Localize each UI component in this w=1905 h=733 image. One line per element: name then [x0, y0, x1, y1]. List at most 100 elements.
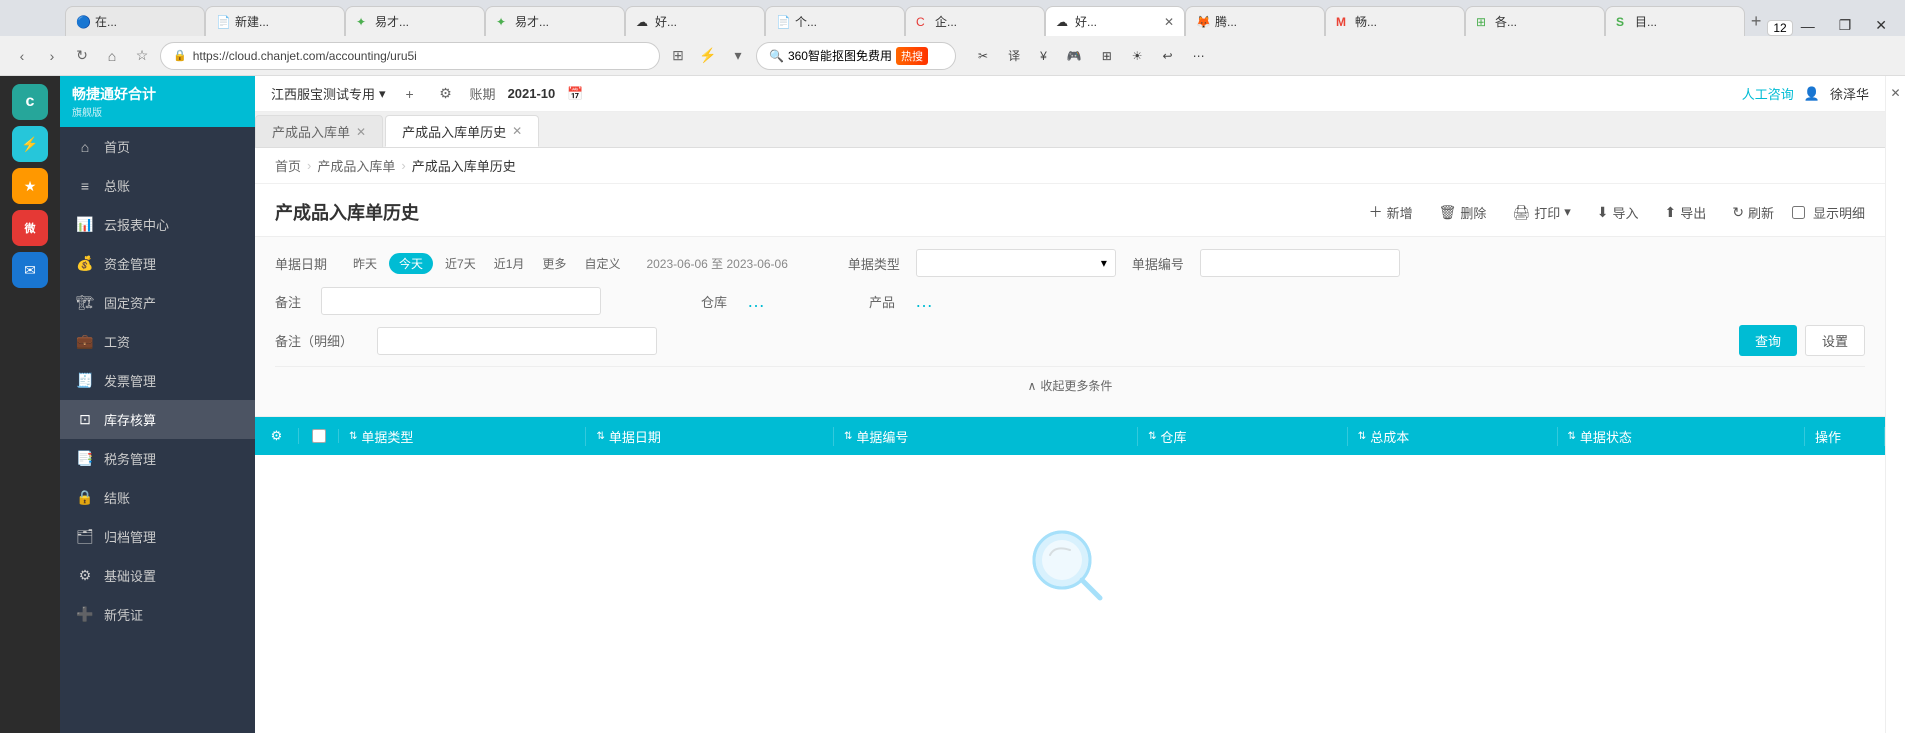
sidebar-item-payroll[interactable]: 💼 工资 [60, 322, 255, 361]
grid-btn[interactable]: ⊞ [666, 44, 690, 68]
product-dots-btn[interactable]: … [911, 291, 937, 312]
th-warehouse[interactable]: ⇅ 仓库 [1138, 427, 1348, 446]
breadcrumb-home[interactable]: 首页 [275, 156, 301, 175]
show-detail-btn[interactable]: 显示明细 [1792, 203, 1865, 222]
th-total-cost[interactable]: ⇅ 总成本 [1348, 427, 1558, 446]
tab-item-1[interactable]: 🔵 在... [65, 6, 205, 36]
sidebar-item-inventory[interactable]: ⊡ 库存核算 [60, 400, 255, 439]
refresh-button[interactable]: ↻ [70, 44, 94, 68]
apps-btn[interactable]: ⊞ [1096, 47, 1118, 65]
tab-item-6[interactable]: 📄 个... [765, 6, 905, 36]
tab-close-8[interactable]: ✕ [1164, 15, 1174, 29]
translate-btn[interactable]: 译 [1002, 45, 1026, 66]
show-detail-checkbox[interactable] [1792, 206, 1805, 219]
home-button[interactable]: ⌂ [100, 44, 124, 68]
right-panel-close[interactable]: ✕ [1890, 86, 1900, 100]
tab-item-10[interactable]: M 畅... [1325, 6, 1465, 36]
sidebar-item-close[interactable]: 🔒 结账 [60, 478, 255, 517]
tab-item-2[interactable]: 📄 新建... [205, 6, 345, 36]
app-icon-weibo[interactable]: 微 [12, 210, 48, 246]
tab-item-5[interactable]: ☁ 好... [625, 6, 765, 36]
tab-item-8[interactable]: ☁ 好... ✕ [1045, 6, 1185, 36]
tab-item-3[interactable]: ✦ 易才... [345, 6, 485, 36]
bookmark-button[interactable]: ☆ [130, 44, 154, 68]
tab-item-9[interactable]: 🦊 腾... [1185, 6, 1325, 36]
bill-type-select[interactable]: ▾ [916, 249, 1116, 277]
th-bill-type[interactable]: ⇅ 单据类型 [339, 427, 586, 446]
tab-item-11[interactable]: ⊞ 各... [1465, 6, 1605, 36]
tab-label-10: 畅... [1355, 13, 1454, 30]
forward-button[interactable]: › [40, 44, 64, 68]
sidebar-item-cloud-report[interactable]: 📊 云报表中心 [60, 205, 255, 244]
more-btn[interactable]: ⋯ [1187, 47, 1211, 65]
sidebar-item-fund[interactable]: 💰 资金管理 [60, 244, 255, 283]
window-minimize-btn[interactable]: — [1793, 16, 1823, 36]
th-checkbox[interactable] [299, 429, 339, 443]
export-btn[interactable]: ⬆ 导出 [1656, 199, 1714, 226]
sidebar-item-home[interactable]: ⌂ 首页 [60, 127, 255, 166]
tab-item-12[interactable]: S 目... [1605, 6, 1745, 36]
sidebar-item-archive[interactable]: 🗂 归档管理 [60, 517, 255, 556]
th-bill-status[interactable]: ⇅ 单据状态 [1558, 427, 1805, 446]
app-icon-mail[interactable]: ✉ [12, 252, 48, 288]
tab-history-close[interactable]: ✕ [512, 124, 522, 138]
lightning-btn[interactable]: ⚡ [696, 44, 720, 68]
breadcrumb-list[interactable]: 产成品入库单 [317, 156, 395, 175]
remark-detail-input[interactable] [377, 327, 657, 355]
window-close-btn[interactable]: ✕ [1867, 15, 1895, 36]
game-btn[interactable]: 🎮 [1061, 47, 1088, 65]
query-button[interactable]: 查询 [1739, 325, 1797, 356]
sidebar-item-new-bill[interactable]: ➕ 新凭证 [60, 595, 255, 634]
address-input[interactable]: 🔒 https://cloud.chanjet.com/accounting/u… [160, 42, 660, 70]
app-icon-star[interactable]: ★ [12, 168, 48, 204]
th-bill-date[interactable]: ⇅ 单据日期 [586, 427, 833, 446]
settings-button[interactable]: 设置 [1805, 325, 1865, 356]
tab-list-close[interactable]: ✕ [356, 125, 366, 139]
tab-item-4[interactable]: ✦ 易才... [485, 6, 625, 36]
date-btn-1month[interactable]: 近1月 [488, 253, 531, 274]
currency-btn[interactable]: ¥ [1034, 47, 1053, 65]
select-all-checkbox[interactable] [312, 429, 326, 443]
warehouse-dots-btn[interactable]: … [743, 291, 769, 312]
sidebar-item-basic[interactable]: ⚙ 基础设置 [60, 556, 255, 595]
bill-num-input[interactable] [1200, 249, 1400, 277]
collapse-btn[interactable]: ∧ 收起更多条件 [1016, 373, 1125, 398]
add-org-btn[interactable]: + [398, 82, 422, 106]
settings-org-btn[interactable]: ⚙ [434, 82, 458, 106]
import-btn[interactable]: ⬇ 导入 [1589, 199, 1647, 226]
scissors-btn[interactable]: ✂ [972, 47, 994, 65]
sidebar-item-invoice[interactable]: 🧾 发票管理 [60, 361, 255, 400]
undo-btn[interactable]: ↩ [1157, 47, 1179, 65]
window-restore-btn[interactable]: ❐ [1831, 15, 1860, 36]
consultant-link[interactable]: 人工咨询 [1742, 84, 1794, 103]
date-btn-7days[interactable]: 近7天 [439, 253, 482, 274]
print-btn[interactable]: 🖨 打印 ▾ [1504, 199, 1578, 226]
new-tab-button[interactable]: + [1745, 6, 1767, 36]
add-btn[interactable]: ＋ 新增 [1361, 198, 1421, 226]
th-bill-num[interactable]: ⇅ 单据编号 [834, 427, 1138, 446]
tab-item-7[interactable]: C 企... [905, 6, 1045, 36]
sidebar-item-fixed-assets[interactable]: 🏗 固定资产 [60, 283, 255, 322]
date-btn-yesterday[interactable]: 昨天 [347, 253, 383, 274]
delete-btn[interactable]: 🗑 删除 [1431, 199, 1495, 226]
sidebar-item-ledger[interactable]: ≡ 总账 [60, 166, 255, 205]
org-selector[interactable]: 江西服宝测试专用 ▾ [271, 84, 386, 103]
refresh-toolbar-btn[interactable]: ↻ 刷新 [1724, 199, 1782, 226]
search-bar[interactable]: 🔍 360智能抠图免费用 热搜 [756, 42, 956, 70]
date-btn-custom[interactable]: 自定义 [578, 253, 626, 274]
back-button[interactable]: ‹ [10, 44, 34, 68]
date-btn-today[interactable]: 今天 [389, 253, 433, 274]
app-icon-quick[interactable]: ⚡ [12, 126, 48, 162]
tab-bill-history[interactable]: 产成品入库单历史 ✕ [385, 115, 539, 147]
tab-count-badge[interactable]: 12 [1767, 20, 1792, 36]
tab-bill-list[interactable]: 产成品入库单 ✕ [255, 115, 383, 147]
th-gear[interactable]: ⚙ [255, 428, 299, 444]
content-tab-bar: 产成品入库单 ✕ 产成品入库单历史 ✕ [255, 112, 1885, 148]
app-icon-chanjet[interactable]: c [12, 84, 48, 120]
sidebar-item-tax[interactable]: 📑 税务管理 [60, 439, 255, 478]
period-calendar-icon[interactable]: 📅 [567, 86, 583, 102]
remark-input[interactable] [321, 287, 601, 315]
dropdown-btn[interactable]: ▾ [726, 44, 750, 68]
theme-btn[interactable]: ☀ [1126, 47, 1149, 65]
date-btn-more[interactable]: 更多 [536, 253, 572, 274]
